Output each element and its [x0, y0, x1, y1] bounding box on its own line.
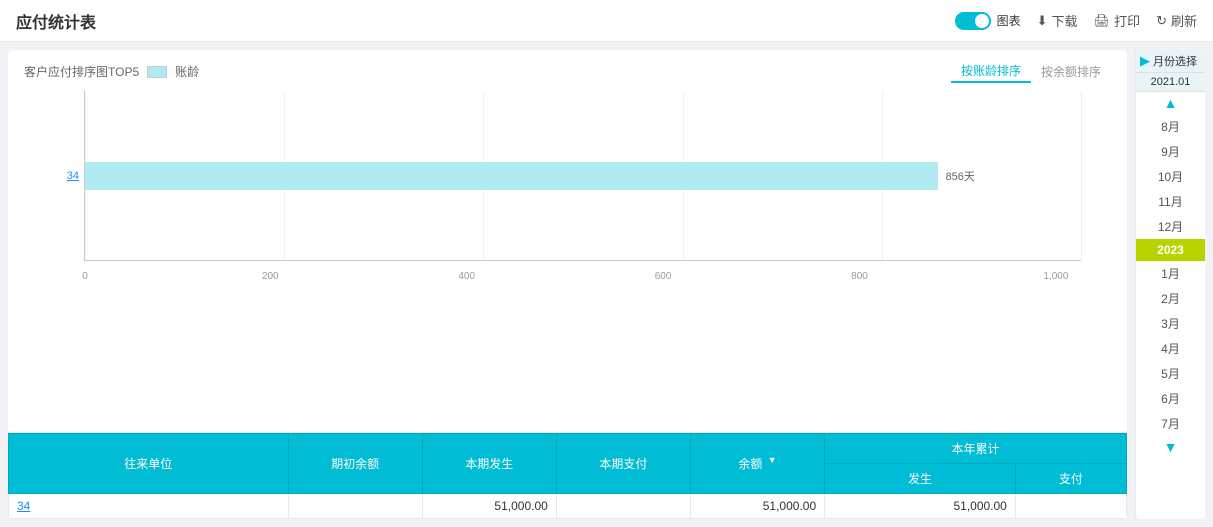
- table-area: 往来单位 期初余额 本期发生 本期支付 余额 ▼ 本年累计 发生: [8, 432, 1127, 519]
- month-item-10[interactable]: 10月: [1136, 164, 1205, 189]
- cell-leiji-fasheng: 51,000.00: [825, 494, 1016, 519]
- chart-area: 客户应付排序图TOP5 账龄 按账龄排序 按余额排序: [8, 50, 1127, 432]
- cell-qichu: [288, 494, 422, 519]
- chart-title: 客户应付排序图TOP5: [24, 63, 139, 80]
- col-unit-header: 往来单位: [9, 434, 289, 494]
- month-sidebar: ▶ 月份选择 2021.01 ▲ 8月 9月 10月 11月 12月 2023 …: [1135, 50, 1205, 519]
- print-icon: 🖨: [1094, 13, 1111, 29]
- x-tick-1: 200: [262, 271, 279, 282]
- sidebar-title-label: 月份选择: [1153, 53, 1197, 69]
- chart-inner: 34 856天 0 200 400 600 800 1,000: [84, 91, 1081, 261]
- download-label: 下载: [1052, 11, 1078, 30]
- unit-link[interactable]: 34: [17, 499, 30, 513]
- refresh-button[interactable]: ↻ 刷新: [1156, 11, 1197, 30]
- month-item-9[interactable]: 9月: [1136, 139, 1205, 164]
- col-benzhifu-header: 本期支付: [556, 434, 690, 494]
- cell-leiji-zhifu: [1015, 494, 1126, 519]
- legend-box: [147, 66, 167, 78]
- month-item-12[interactable]: 12月: [1136, 214, 1205, 239]
- table-row: 34 51,000.00 51,000.00 51,000.00: [9, 494, 1127, 519]
- sort-by-age-button[interactable]: 按账龄排序: [951, 60, 1031, 83]
- download-button[interactable]: ⬇ 下载: [1037, 11, 1078, 30]
- col-leiji-fasheng-header: 发生: [825, 464, 1016, 494]
- sort-by-balance-button[interactable]: 按余额排序: [1031, 60, 1111, 83]
- refresh-icon: ↻: [1156, 13, 1167, 29]
- chart-legend: 客户应付排序图TOP5 账龄: [24, 63, 199, 80]
- x-axis: 0 200 400 600 800 1,000: [85, 271, 1081, 282]
- bar-fill: [85, 162, 938, 190]
- x-tick-5: 1,000: [1043, 271, 1068, 282]
- sidebar-scroll-up-button[interactable]: ▲: [1136, 92, 1205, 114]
- cell-yue: 51,000.00: [690, 494, 824, 519]
- month-item-5[interactable]: 5月: [1136, 361, 1205, 386]
- refresh-label: 刷新: [1171, 11, 1197, 30]
- month-item-8[interactable]: 8月: [1136, 114, 1205, 139]
- table-body: 34 51,000.00 51,000.00 51,000.00: [9, 494, 1127, 519]
- x-tick-3: 600: [655, 271, 672, 282]
- month-item-11[interactable]: 11月: [1136, 189, 1205, 214]
- gridline-5: [1081, 91, 1082, 260]
- bar-row: 34 856天: [85, 162, 1081, 190]
- bar-chart: 34 856天 0 200 400 600 800 1,000: [24, 91, 1111, 291]
- x-tick-0: 0: [82, 271, 88, 282]
- sidebar-header: ▶ 月份选择: [1136, 50, 1205, 73]
- expand-icon[interactable]: ▶: [1140, 53, 1150, 69]
- bar-label[interactable]: 34: [35, 170, 79, 182]
- sidebar-current-date: 2021.01: [1136, 73, 1205, 92]
- table-header-row: 往来单位 期初余额 本期发生 本期支付 余额 ▼ 本年累计: [9, 434, 1127, 464]
- toggle-label: 图表: [997, 12, 1021, 29]
- toggle-knob: [975, 14, 989, 28]
- page-title: 应付统计表: [16, 9, 96, 33]
- x-tick-2: 400: [458, 271, 475, 282]
- month-item-7[interactable]: 7月: [1136, 411, 1205, 436]
- chart-header: 客户应付排序图TOP5 账龄 按账龄排序 按余额排序: [24, 60, 1111, 83]
- chart-sort-buttons: 按账龄排序 按余额排序: [951, 60, 1111, 83]
- col-leiji-header: 本年累计: [825, 434, 1127, 464]
- col-leiji-zhifu-header: 支付: [1015, 464, 1126, 494]
- legend-label: 账龄: [175, 63, 199, 80]
- sidebar-scroll-down-button[interactable]: ▼: [1136, 436, 1205, 458]
- col-bensheng-header: 本期发生: [422, 434, 556, 494]
- cell-unit: 34: [9, 494, 289, 519]
- x-tick-4: 800: [851, 271, 868, 282]
- print-label: 打印: [1114, 11, 1140, 30]
- month-item-3[interactable]: 3月: [1136, 311, 1205, 336]
- month-item-4[interactable]: 4月: [1136, 336, 1205, 361]
- chart-toggle[interactable]: [955, 12, 991, 30]
- cell-bensheng: 51,000.00: [422, 494, 556, 519]
- month-item-6[interactable]: 6月: [1136, 386, 1205, 411]
- col-yue-header: 余额 ▼: [690, 434, 824, 494]
- month-item-2[interactable]: 2月: [1136, 286, 1205, 311]
- data-table: 往来单位 期初余额 本期发生 本期支付 余额 ▼ 本年累计 发生: [8, 433, 1127, 519]
- download-icon: ⬇: [1037, 13, 1048, 29]
- header-actions: 图表 ⬇ 下载 🖨 打印 ↻ 刷新: [955, 11, 1197, 30]
- chart-toggle-wrap[interactable]: 图表: [955, 12, 1021, 30]
- col-qichu-header: 期初余额: [288, 434, 422, 494]
- month-list: 8月 9月 10月 11月 12月 2023 1月 2月 3月 4月 5月 6月…: [1136, 114, 1205, 436]
- month-item-2023[interactable]: 2023: [1136, 239, 1205, 261]
- yue-icon: ▼: [768, 455, 777, 465]
- cell-benzhifu: [556, 494, 690, 519]
- print-button[interactable]: 🖨 打印: [1094, 11, 1141, 30]
- month-item-1[interactable]: 1月: [1136, 261, 1205, 286]
- bar-value: 856天: [946, 168, 975, 184]
